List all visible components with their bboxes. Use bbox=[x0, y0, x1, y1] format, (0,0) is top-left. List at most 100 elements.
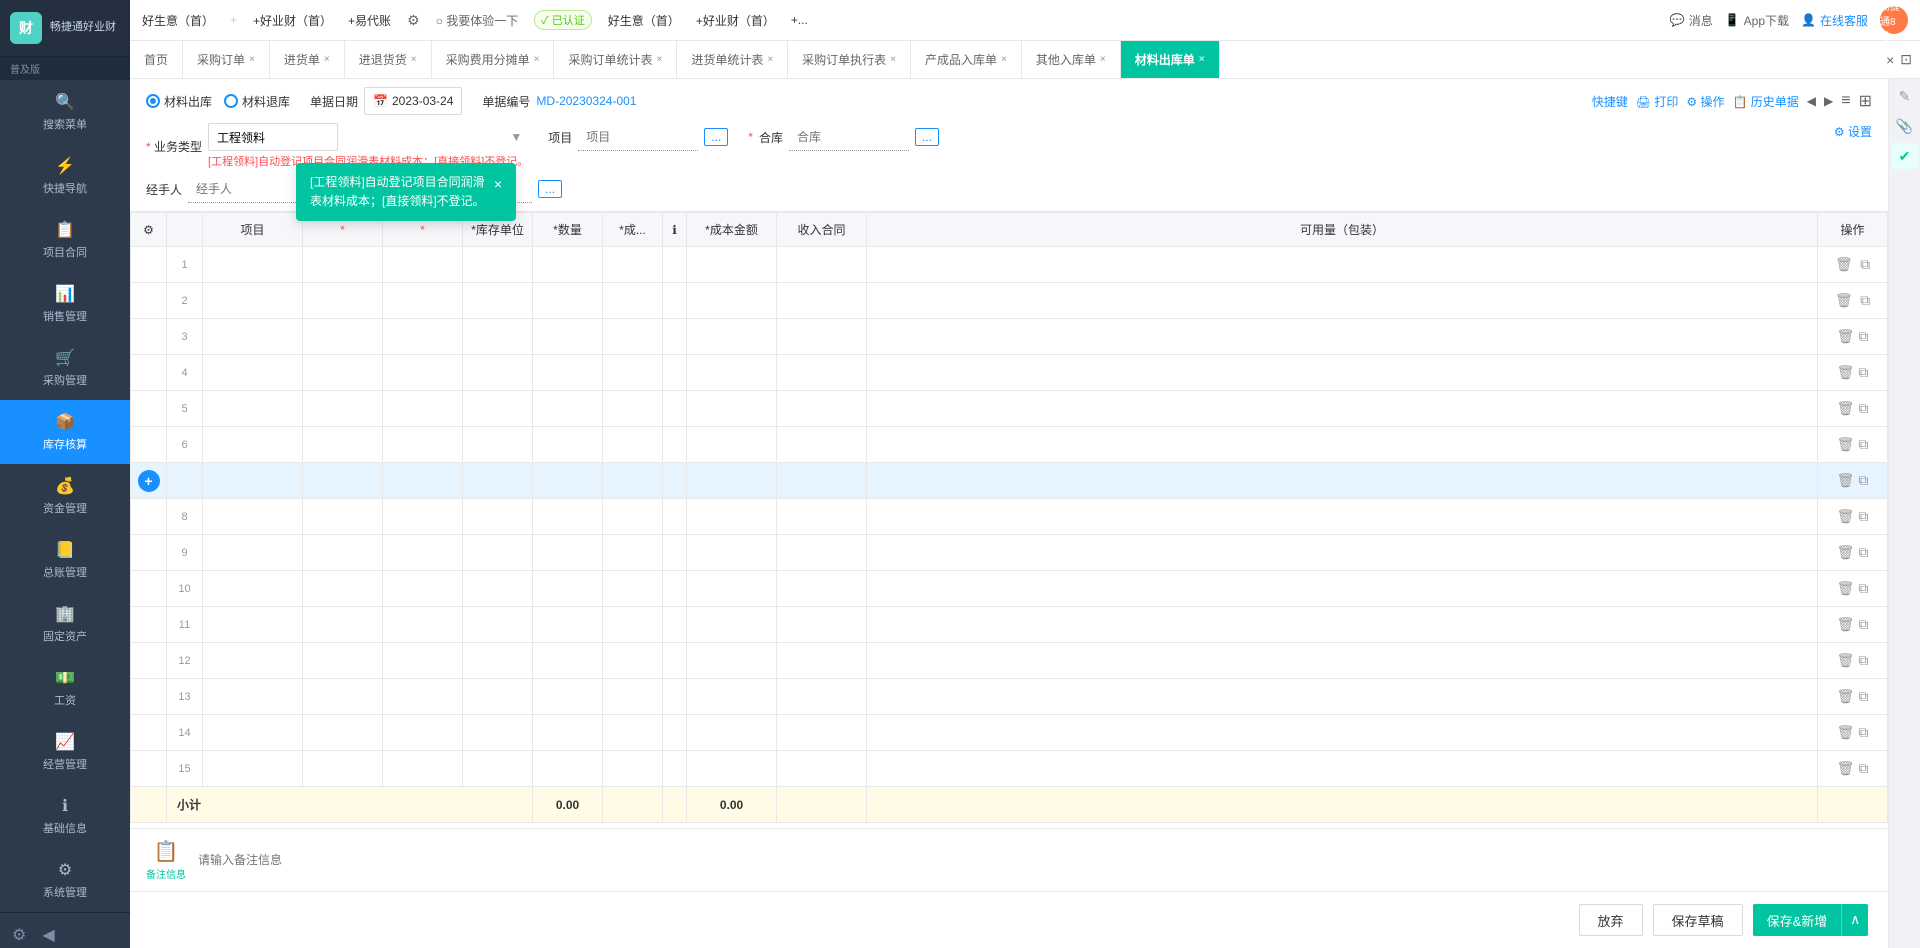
td-p9[interactable] bbox=[687, 463, 777, 499]
msg-button[interactable]: 💬 消息 bbox=[1670, 12, 1713, 29]
tab-close-icon[interactable]: × bbox=[411, 54, 417, 65]
attach-panel-btn[interactable]: 📎 bbox=[1892, 113, 1918, 139]
td-material[interactable] bbox=[303, 355, 383, 391]
save-new-arrow-btn[interactable]: ∧ bbox=[1841, 904, 1868, 936]
td-quantity[interactable] bbox=[533, 391, 603, 427]
copy-row-btn[interactable]: ⧉ bbox=[1856, 542, 1870, 562]
td-unit[interactable] bbox=[463, 427, 533, 463]
td-income-contract[interactable] bbox=[777, 427, 867, 463]
copy-row-btn[interactable]: ⧉ bbox=[1856, 614, 1870, 634]
td-cost-price[interactable] bbox=[603, 283, 663, 319]
sidebar-item-inventory[interactable]: 📦 库存核算 bbox=[0, 400, 130, 464]
delete-row-btn[interactable]: 🗑 bbox=[1835, 686, 1857, 706]
warehouse-ellipsis-btn[interactable]: ... bbox=[915, 128, 939, 146]
delete-row-btn[interactable]: 🗑 bbox=[1835, 758, 1857, 778]
td-income-contract[interactable] bbox=[777, 391, 867, 427]
td-p5[interactable] bbox=[463, 463, 533, 499]
nav-good-business[interactable]: 好生意（首） bbox=[142, 12, 214, 29]
tab-goods-return[interactable]: 进退货货 × bbox=[345, 41, 432, 78]
delete-row-btn[interactable]: 🗑 bbox=[1835, 614, 1857, 634]
copy-row-btn[interactable]: ⧉ bbox=[1856, 686, 1870, 706]
sidebar-item-project[interactable]: 📋 项目合同 bbox=[0, 208, 130, 272]
project-ellipsis-btn[interactable]: ... bbox=[704, 128, 728, 146]
tab-close-icon[interactable]: × bbox=[534, 54, 540, 65]
warehouse-input[interactable] bbox=[789, 123, 909, 151]
sidebar-settings-btn[interactable]: ⚙ bbox=[8, 921, 30, 948]
date-input[interactable]: 📅 2023-03-24 bbox=[364, 87, 462, 115]
check-panel-btn[interactable]: ✔ bbox=[1892, 143, 1918, 169]
td-p3[interactable] bbox=[303, 463, 383, 499]
copy-row-btn[interactable]: ⧉ bbox=[1856, 650, 1870, 670]
save-new-main-btn[interactable]: 保存&新增 bbox=[1753, 904, 1842, 936]
td-available[interactable] bbox=[867, 319, 1818, 355]
td-cost-amount[interactable] bbox=[687, 319, 777, 355]
nav-experience[interactable]: ○ 我要体验一下 bbox=[436, 12, 519, 29]
td-cost-price[interactable] bbox=[603, 247, 663, 283]
row-input-2[interactable] bbox=[209, 473, 296, 488]
discard-button[interactable]: 放弃 bbox=[1579, 904, 1643, 936]
td-input1[interactable] bbox=[167, 463, 203, 499]
td-income-contract[interactable] bbox=[777, 355, 867, 391]
td-project[interactable] bbox=[203, 283, 303, 319]
delete-row-btn[interactable]: 🗑 bbox=[1835, 434, 1857, 454]
tab-other-warehouse[interactable]: 其他入库单 × bbox=[1022, 41, 1121, 78]
radio-return[interactable]: 材料退库 bbox=[224, 93, 290, 110]
tab-close-icon[interactable]: × bbox=[1001, 54, 1007, 65]
notes-input[interactable] bbox=[198, 853, 1872, 867]
td-cost-amount[interactable] bbox=[687, 283, 777, 319]
edit-panel-btn[interactable]: ✎ bbox=[1892, 83, 1918, 109]
td-spec[interactable] bbox=[383, 391, 463, 427]
td-unit[interactable] bbox=[463, 319, 533, 355]
td-project[interactable] bbox=[203, 427, 303, 463]
copy-row-btn[interactable]: ⧉ bbox=[1856, 506, 1870, 526]
td-income-contract[interactable] bbox=[777, 247, 867, 283]
td-quantity[interactable] bbox=[533, 247, 603, 283]
delete-row-btn[interactable]: 🗑 bbox=[1835, 542, 1857, 562]
td-spec[interactable] bbox=[383, 355, 463, 391]
td-spec[interactable] bbox=[383, 427, 463, 463]
td-available[interactable] bbox=[867, 391, 1818, 427]
tab-purchase-expense[interactable]: 采购费用分摊单 × bbox=[432, 41, 555, 78]
td-project[interactable] bbox=[203, 247, 303, 283]
copy-row-btn[interactable]: ⧉ bbox=[1856, 362, 1870, 382]
td-material[interactable] bbox=[303, 283, 383, 319]
sidebar-item-basic[interactable]: ℹ 基础信息 bbox=[0, 784, 130, 848]
copy-row-btn[interactable]: ⧉ bbox=[1856, 722, 1870, 742]
td-material[interactable] bbox=[303, 319, 383, 355]
settings-btn[interactable]: ⚙ 设置 bbox=[1834, 125, 1872, 139]
sidebar-item-system[interactable]: ⚙ 系统管理 bbox=[0, 848, 130, 912]
td-cost-price[interactable] bbox=[603, 427, 663, 463]
td-available[interactable] bbox=[867, 355, 1818, 391]
td-quantity[interactable] bbox=[533, 427, 603, 463]
nav-good-business2[interactable]: 好生意（首） bbox=[608, 12, 680, 29]
delete-row-btn[interactable]: 🗑 bbox=[1835, 506, 1857, 526]
nav-easy-agency[interactable]: +易代账 bbox=[348, 12, 391, 29]
tooltip-close-btn[interactable]: × bbox=[494, 173, 502, 195]
tab-material-out[interactable]: 材料出库单 × bbox=[1121, 41, 1220, 78]
copy-row-btn[interactable]: ⧉ bbox=[1856, 470, 1870, 490]
tab-home[interactable]: 首页 bbox=[130, 41, 183, 78]
online-service-button[interactable]: 👤 在线客服 bbox=[1801, 12, 1868, 29]
td-unit[interactable] bbox=[463, 391, 533, 427]
td-p11[interactable] bbox=[867, 463, 1818, 499]
tab-goods-stats[interactable]: 进货单统计表 × bbox=[677, 41, 788, 78]
delete-row-btn[interactable]: 🗑 bbox=[1835, 722, 1857, 742]
td-material[interactable] bbox=[303, 391, 383, 427]
delete-row-btn[interactable]: 🗑 bbox=[1835, 650, 1857, 670]
row-input-1[interactable] bbox=[173, 473, 196, 488]
td-p10[interactable] bbox=[777, 463, 867, 499]
shortcut-btn[interactable]: 快捷键 bbox=[1592, 93, 1628, 110]
td-income-contract[interactable] bbox=[777, 283, 867, 319]
tab-purchase-order[interactable]: 采购订单 × bbox=[183, 41, 270, 78]
sidebar-item-quicknav[interactable]: ⚡ 快捷导航 bbox=[0, 144, 130, 208]
sidebar-item-salary[interactable]: 💵 工资 bbox=[0, 656, 130, 720]
app-download-button[interactable]: 📱 App下载 bbox=[1725, 12, 1789, 29]
td-spec[interactable] bbox=[383, 247, 463, 283]
copy-row-btn[interactable]: ⧉ bbox=[1856, 398, 1870, 418]
td-cost-price[interactable] bbox=[603, 391, 663, 427]
nav-settings-icon[interactable]: ⚙ bbox=[407, 12, 420, 29]
td-cost-price[interactable] bbox=[603, 355, 663, 391]
td-cost-amount[interactable] bbox=[687, 247, 777, 283]
tab-close-icon[interactable]: × bbox=[1199, 54, 1205, 65]
td-cost-amount[interactable] bbox=[687, 391, 777, 427]
